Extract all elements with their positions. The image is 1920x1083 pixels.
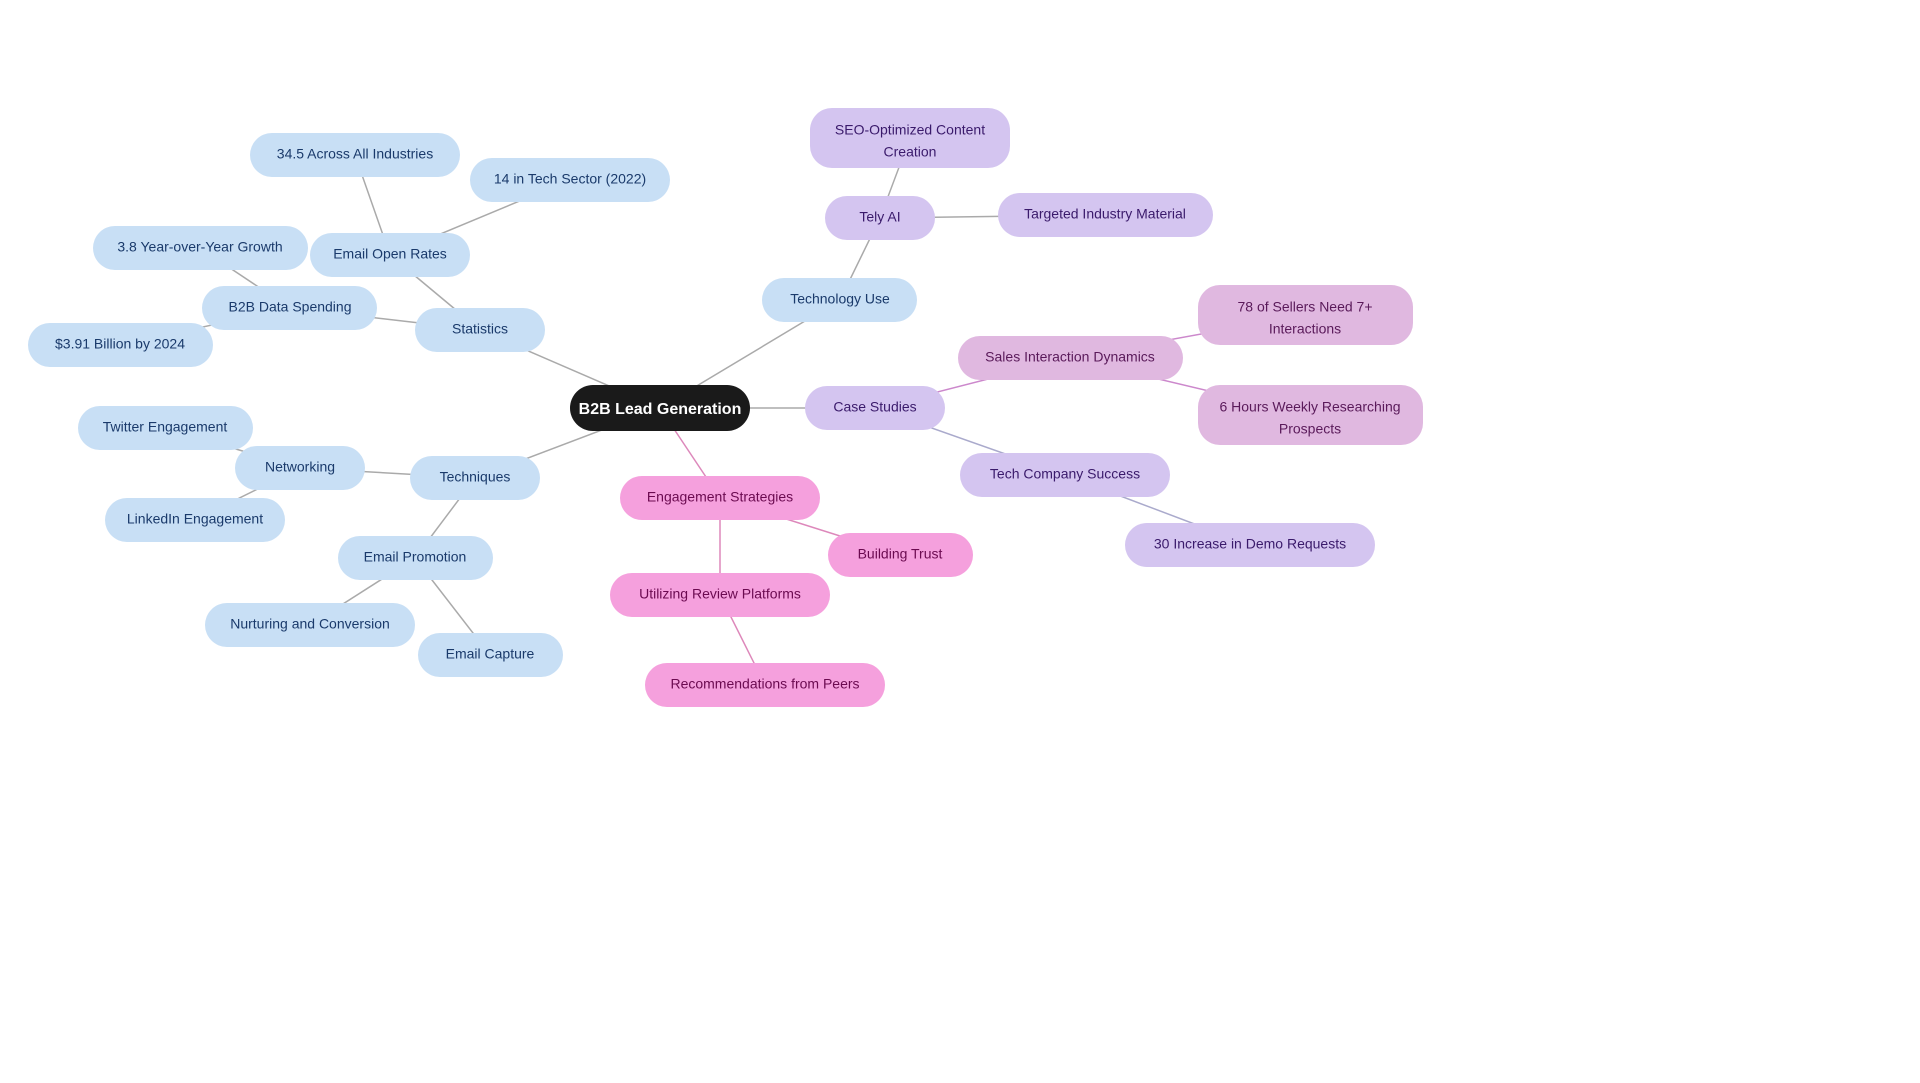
sales-interaction-node: Sales Interaction Dynamics — [958, 336, 1183, 380]
recommendations-peers-node: Recommendations from Peers — [645, 663, 885, 707]
svg-text:Tely AI: Tely AI — [859, 209, 900, 225]
center-label: B2B Lead Generation — [579, 401, 742, 418]
6-hours-node: 6 Hours Weekly Researching Prospects — [1198, 385, 1423, 445]
email-open-rates-node: Email Open Rates — [310, 233, 470, 277]
case-studies-node: Case Studies — [805, 386, 945, 430]
svg-text:Nurturing and Conversion: Nurturing and Conversion — [230, 616, 390, 632]
38-growth-node: 3.8 Year-over-Year Growth — [93, 226, 308, 270]
center-node: B2B Lead Generation — [570, 385, 750, 431]
nurturing-conversion-node: Nurturing and Conversion — [205, 603, 415, 647]
b2b-data-spending-node: B2B Data Spending — [202, 286, 377, 330]
14-tech-sector-node: 14 in Tech Sector (2022) — [470, 158, 670, 202]
svg-text:14 in Tech Sector (2022): 14 in Tech Sector (2022) — [494, 171, 646, 187]
34-industries-node: 34.5 Across All Industries — [250, 133, 460, 177]
svg-text:Case Studies: Case Studies — [833, 399, 916, 415]
mind-map: B2B Lead Generation Statistics Email Ope… — [0, 0, 1920, 1083]
svg-text:Technology Use: Technology Use — [790, 291, 890, 307]
svg-text:Tech Company Success: Tech Company Success — [990, 466, 1140, 482]
svg-text:Sales Interaction Dynamics: Sales Interaction Dynamics — [985, 349, 1155, 365]
building-trust-node: Building Trust — [828, 533, 973, 577]
technology-use-node: Technology Use — [762, 278, 917, 322]
targeted-industry-node: Targeted Industry Material — [998, 193, 1213, 237]
svg-text:78 of Sellers Need 7+: 78 of Sellers Need 7+ — [1237, 299, 1372, 315]
svg-text:Techniques: Techniques — [440, 469, 511, 485]
svg-text:6 Hours Weekly Researching: 6 Hours Weekly Researching — [1219, 399, 1400, 415]
svg-text:Interactions: Interactions — [1269, 321, 1341, 337]
tely-ai-node: Tely AI — [825, 196, 935, 240]
svg-text:Email Capture: Email Capture — [446, 646, 535, 662]
engagement-strategies-node: Engagement Strategies — [620, 476, 820, 520]
email-capture-node: Email Capture — [418, 633, 563, 677]
391-billion-node: $3.91 Billion by 2024 — [28, 323, 213, 367]
78-sellers-node: 78 of Sellers Need 7+ Interactions — [1198, 285, 1413, 345]
svg-text:B2B Data Spending: B2B Data Spending — [229, 299, 352, 315]
svg-text:Twitter Engagement: Twitter Engagement — [103, 419, 228, 435]
email-promotion-node: Email Promotion — [338, 536, 493, 580]
svg-text:3.8 Year-over-Year Growth: 3.8 Year-over-Year Growth — [117, 239, 282, 255]
svg-text:34.5 Across All Industries: 34.5 Across All Industries — [277, 146, 433, 162]
networking-node: Networking — [235, 446, 365, 490]
svg-text:Email Promotion: Email Promotion — [364, 549, 467, 565]
svg-text:Utilizing Review Platforms: Utilizing Review Platforms — [639, 586, 801, 602]
twitter-engagement-node: Twitter Engagement — [78, 406, 253, 450]
svg-text:Engagement Strategies: Engagement Strategies — [647, 489, 793, 505]
30-increase-node: 30 Increase in Demo Requests — [1125, 523, 1375, 567]
svg-text:Building Trust: Building Trust — [858, 546, 943, 562]
svg-text:LinkedIn Engagement: LinkedIn Engagement — [127, 511, 263, 527]
svg-text:30 Increase in Demo Requests: 30 Increase in Demo Requests — [1154, 536, 1346, 552]
seo-content-node: SEO-Optimized Content Creation — [810, 108, 1010, 168]
svg-text:Email Open Rates: Email Open Rates — [333, 246, 447, 262]
svg-text:SEO-Optimized Content: SEO-Optimized Content — [835, 122, 985, 138]
svg-text:Recommendations from Peers: Recommendations from Peers — [670, 676, 859, 692]
svg-text:Creation: Creation — [884, 144, 937, 160]
utilizing-review-node: Utilizing Review Platforms — [610, 573, 830, 617]
svg-text:Targeted Industry Material: Targeted Industry Material — [1024, 206, 1186, 222]
linkedin-engagement-node: LinkedIn Engagement — [105, 498, 285, 542]
svg-text:$3.91 Billion by 2024: $3.91 Billion by 2024 — [55, 336, 185, 352]
svg-text:Prospects: Prospects — [1279, 421, 1341, 437]
svg-text:Statistics: Statistics — [452, 321, 508, 337]
tech-company-success-node: Tech Company Success — [960, 453, 1170, 497]
svg-text:Networking: Networking — [265, 459, 335, 475]
techniques-node: Techniques — [410, 456, 540, 500]
statistics-node: Statistics — [415, 308, 545, 352]
